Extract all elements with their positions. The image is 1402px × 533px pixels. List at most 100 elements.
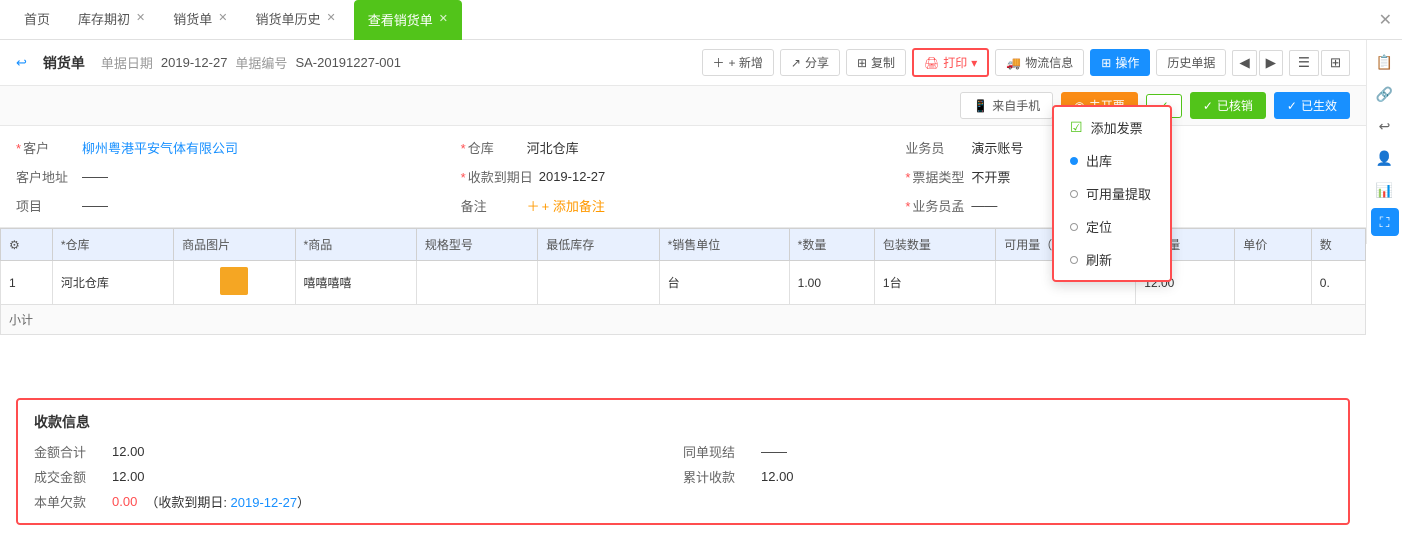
dropdown-refresh[interactable]: 刷新 [1054,243,1170,276]
grid-view-btn[interactable]: ⊞ [1321,50,1350,76]
tab-sales-order[interactable]: 销货单 ✕ [159,0,241,40]
col-qty: *数量 [789,229,874,261]
row-spec [416,261,537,305]
phone-icon: 📱 [973,99,988,113]
close-inventory-tab[interactable]: ✕ [136,13,145,24]
staff2-value: —— [971,198,997,213]
customer-field: *客户 柳州粤港平安气体有限公司 [16,138,461,157]
note-field: 备注 ＋ + 添加备注 [461,196,906,215]
total-amount-row: 金额合计 12.00 [34,442,683,461]
cumulative-row: 累计收款 12.00 [683,467,1332,486]
history-button[interactable]: 历史单据 [1156,49,1226,76]
total-amount-value: 12.00 [112,444,145,459]
row-min-stock [538,261,659,305]
logistics-button[interactable]: 🚚 物流信息 [995,49,1084,76]
project-field: 项目 —— [16,196,461,215]
col-image: 商品图片 [174,229,295,261]
number-value: SA-20191227-001 [295,55,401,70]
subtotal-row: 小计 [1,305,1366,335]
close-sales-tab[interactable]: ✕ [218,13,227,24]
col-product: *商品 [295,229,416,261]
col-spec: 规格型号 [416,229,537,261]
sold-button[interactable]: ✓ 已核销 [1190,92,1266,119]
empty-dot-icon-3 [1070,256,1078,264]
subtotal-label: 小计 [1,305,1366,335]
date-value: 2019-12-27 [161,55,228,70]
deal-amount-row: 成交金额 12.00 [34,467,683,486]
from-phone-button[interactable]: 📱 来自手机 [960,92,1053,119]
row-product: 嘻嘻嘻嘻 [295,261,416,305]
close-history-tab[interactable]: ✕ [327,13,336,24]
payment-grid: 金额合计 12.00 同单现结 —— 成交金额 12.00 累计收款 12.00… [34,442,1332,511]
nav-arrows: ◀ ▶ [1232,50,1283,76]
cumulative-label: 累计收款 [683,467,753,486]
row-unit: 台 [659,261,789,305]
sidebar-back-icon[interactable]: ↩ [1371,112,1399,140]
close-all-tabs[interactable]: ✕ [1379,10,1392,30]
row-pack: 1台 [874,261,995,305]
print-dropdown-arrow: ▾ [971,56,977,70]
copy-icon: ⊞ [857,56,867,70]
share-button[interactable]: ↗ 分享 [780,49,840,76]
sidebar-expand-icon[interactable]: ⛶ [1371,208,1399,236]
current-owe-value: 0.00 [112,494,137,509]
new-icon: ＋ [713,54,725,71]
dropdown-locate[interactable]: 定位 [1054,210,1170,243]
next-arrow[interactable]: ▶ [1259,50,1283,76]
row-qty: 1.00 [789,261,874,305]
logistics-icon: 🚚 [1006,56,1021,70]
list-view-btn[interactable]: ☰ [1289,50,1319,76]
total-amount-label: 金额合计 [34,442,104,461]
operate-button[interactable]: ⊞ 操作 [1090,49,1150,76]
deal-amount-value: 12.00 [112,469,145,484]
plus-icon: ＋ [527,196,540,215]
blue-dot-icon [1070,157,1078,165]
deal-amount-label: 成交金额 [34,467,104,486]
doc-header: ↩ 销货单 单据日期 2019-12-27 单据编号 SA-20191227-0… [0,40,1366,86]
copy-button[interactable]: ⊞ 复制 [846,49,906,76]
sidebar-chart-icon[interactable]: 📊 [1371,176,1399,204]
warehouse-value: 河北仓库 [527,138,579,157]
dropdown-add-invoice[interactable]: ☑ 添加发票 [1054,111,1170,144]
share-icon: ↗ [791,56,801,70]
sold-icon: ✓ [1203,99,1213,113]
col-warehouse: *仓库 [52,229,173,261]
doc-title-icon: ↩ [16,55,27,71]
right-sidebar: 📋 🔗 ↩ 👤 📊 ⛶ [1366,40,1402,244]
same-order-value: —— [761,444,787,459]
tab-view-sales[interactable]: 查看销货单 ✕ [354,0,462,40]
prev-arrow[interactable]: ◀ [1232,50,1256,76]
doc-header-right: ＋ + 新增 ↗ 分享 ⊞ 复制 🖨 打印 ▾ [702,48,1350,77]
tab-inventory-init[interactable]: 库存期初 ✕ [64,0,159,40]
col-gear: ⚙ [1,229,53,261]
address-value: —— [82,169,108,184]
customer-value[interactable]: 柳州粤港平安气体有限公司 [82,138,238,157]
operate-icon: ⊞ [1101,56,1111,70]
dropdown-outbound[interactable]: 出库 [1054,144,1170,177]
cumulative-value: 12.00 [761,469,794,484]
dropdown-available-qty[interactable]: 可用量提取 [1054,177,1170,210]
new-button[interactable]: ＋ + 新增 [702,49,774,76]
col-min-stock: 最低库存 [538,229,659,261]
dropdown-menu: ☑ 添加发票 出库 可用量提取 定位 刷新 [1052,105,1172,282]
tab-bar: 首页 库存期初 ✕ 销货单 ✕ 销货单历史 ✕ 查看销货单 ✕ ✕ [0,0,1402,40]
print-icon: 🖨 [924,56,939,70]
add-note-button[interactable]: ＋ + 添加备注 [527,196,605,215]
current-owe-label: 本单欠款 [34,492,104,511]
tab-sales-history[interactable]: 销货单历史 ✕ [241,0,349,40]
warehouse-field: *仓库 河北仓库 [461,138,906,157]
same-order-row: 同单现结 —— [683,442,1332,461]
due-date-value: 2019-12-27 [539,169,606,184]
effect-icon: ✓ [1287,99,1297,113]
close-view-sales-tab[interactable]: ✕ [439,14,448,25]
effect-button[interactable]: ✓ 已生效 [1274,92,1350,119]
empty-dot-icon-2 [1070,223,1078,231]
row-other: 0. [1311,261,1365,305]
print-button[interactable]: 🖨 打印 ▾ [914,50,987,75]
row-image [174,261,295,305]
sidebar-doc-icon[interactable]: 📋 [1371,48,1399,76]
payment-title: 收款信息 [34,412,1332,432]
sidebar-user-icon[interactable]: 👤 [1371,144,1399,172]
sidebar-link-icon[interactable]: 🔗 [1371,80,1399,108]
tab-home[interactable]: 首页 [10,0,64,40]
